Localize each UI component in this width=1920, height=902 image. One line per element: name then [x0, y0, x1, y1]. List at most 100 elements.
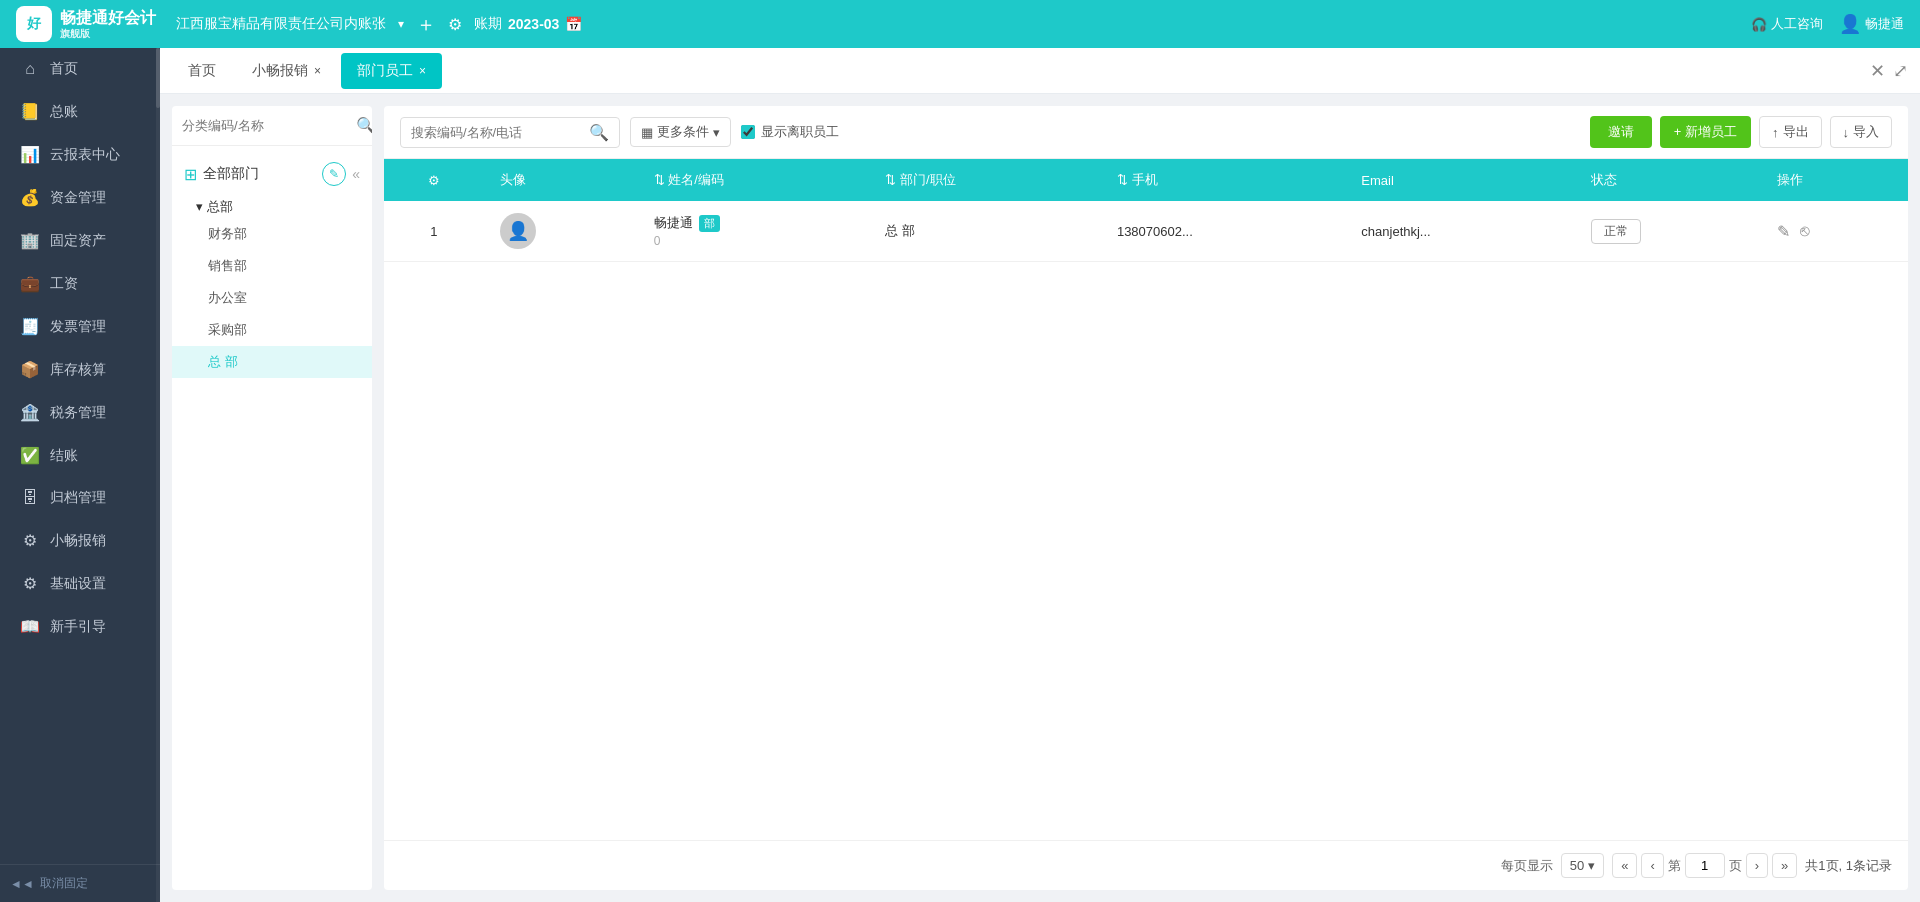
sidebar-label-ledger: 总账: [50, 103, 78, 121]
dept-item-office[interactable]: 办公室: [172, 282, 372, 314]
page-first-button[interactable]: «: [1612, 853, 1637, 878]
col-phone[interactable]: ⇅ 手机: [1101, 159, 1345, 201]
dept-panel: 🔍 ⊞ 全部部门 ✎ « ▾ 总部 财务部 销售部 办公室 采购部 总 部: [172, 106, 372, 890]
total-records: 共1页, 1条记录: [1805, 857, 1892, 875]
avatar: 👤: [500, 213, 536, 249]
user-button[interactable]: 👤 畅捷通: [1839, 13, 1904, 35]
tab-expense-close[interactable]: ×: [314, 64, 321, 78]
import-arrow-icon: ↓: [1843, 125, 1850, 140]
sidebar-item-new-guide[interactable]: 📖 新手引导: [0, 605, 160, 648]
page-content: 🔍 ⊞ 全部部门 ✎ « ▾ 总部 财务部 销售部 办公室 采购部 总 部: [160, 94, 1920, 902]
unpin-label: 取消固定: [40, 875, 88, 892]
tab-dept-employee-label: 部门员工: [357, 62, 413, 80]
row-no: 1: [384, 201, 484, 262]
logout-icon[interactable]: ⎋: [1800, 222, 1810, 240]
col-dept-position[interactable]: ⇅ 部门/职位: [869, 159, 1101, 201]
salary-icon: 💼: [20, 274, 40, 293]
company-dropdown-icon[interactable]: ▾: [398, 17, 404, 31]
dept-search-input[interactable]: [182, 118, 350, 133]
dept-all[interactable]: ⊞ 全部部门 ✎ «: [172, 154, 372, 194]
page-prev-button[interactable]: ‹: [1641, 853, 1663, 878]
sidebar: ⌂ 首页 📒 总账 📊 云报表中心 💰 资金管理 🏢 固定资产 💼 工资 🧾 发…: [0, 48, 160, 902]
employee-table-wrapper: ⚙ 头像 ⇅ 姓名/编码 ⇅ 部门/职位 ⇅ 手机: [384, 159, 1908, 840]
app-name: 畅捷通好会计: [60, 8, 156, 27]
col-name-code[interactable]: ⇅ 姓名/编码: [638, 159, 870, 201]
close-window-icon[interactable]: ✕: [1870, 60, 1885, 82]
page-last-button[interactable]: »: [1772, 853, 1797, 878]
dept-collapse-icon[interactable]: «: [352, 166, 360, 182]
expand-icon[interactable]: ⤢: [1893, 60, 1908, 82]
dept-search-bar: 🔍: [172, 106, 372, 146]
dept-grid-icon: ⊞: [184, 165, 197, 184]
sidebar-label-basic-settings: 基础设置: [50, 575, 106, 593]
calendar-icon[interactable]: 📅: [565, 16, 582, 32]
show-resigned-input[interactable]: [741, 125, 755, 139]
per-page-select[interactable]: 50 ▾: [1561, 853, 1604, 878]
show-resigned-checkbox[interactable]: 显示离职员工: [741, 123, 839, 141]
add-employee-button[interactable]: + 新增员工: [1660, 116, 1751, 148]
sidebar-item-basic-settings[interactable]: ⚙ 基础设置: [0, 562, 160, 605]
add-tab-button[interactable]: ＋: [416, 11, 436, 38]
dept-edit-button[interactable]: ✎: [322, 162, 346, 186]
dept-item-general[interactable]: 总 部: [172, 346, 372, 378]
sidebar-item-fund-mgmt[interactable]: 💰 资金管理: [0, 176, 160, 219]
more-filters-button[interactable]: ▦ 更多条件 ▾: [630, 117, 731, 147]
new-guide-icon: 📖: [20, 617, 40, 636]
main-layout: ⌂ 首页 📒 总账 📊 云报表中心 💰 资金管理 🏢 固定资产 💼 工资 🧾 发…: [0, 48, 1920, 902]
page-input[interactable]: [1685, 853, 1725, 878]
sidebar-item-home[interactable]: ⌂ 首页: [0, 48, 160, 90]
logo-text: 畅捷通好会计 旗舰版: [60, 8, 156, 39]
checkout-icon: ✅: [20, 446, 40, 465]
table-row: 1 👤 畅捷通 部: [384, 201, 1908, 262]
row-name-code: 畅捷通 部 0: [638, 201, 870, 262]
filter-icon: ▦: [641, 125, 653, 140]
dept-search-icon[interactable]: 🔍: [356, 116, 372, 135]
unpin-icon: ◄◄: [10, 877, 34, 891]
tab-dept-employee-close[interactable]: ×: [419, 64, 426, 78]
tab-bar-actions: ✕ ⤢: [1870, 60, 1908, 82]
employee-search-icon[interactable]: 🔍: [589, 123, 609, 142]
col-settings[interactable]: ⚙: [384, 159, 484, 201]
dept-item-finance[interactable]: 财务部: [172, 218, 372, 250]
employee-search-bar: 🔍: [400, 117, 620, 148]
invite-button[interactable]: 邀请: [1590, 116, 1652, 148]
fixed-assets-icon: 🏢: [20, 231, 40, 250]
pagination: « ‹ 第 页 › »: [1612, 853, 1797, 878]
ledger-icon: 📒: [20, 102, 40, 121]
row-phone: 138070602...: [1101, 201, 1345, 262]
sidebar-item-fixed-assets[interactable]: 🏢 固定资产: [0, 219, 160, 262]
dept-item-sales[interactable]: 销售部: [172, 250, 372, 282]
dept-tree: ⊞ 全部部门 ✎ « ▾ 总部 财务部 销售部 办公室 采购部 总 部: [172, 146, 372, 890]
row-avatar: 👤: [484, 201, 638, 262]
sidebar-item-salary[interactable]: 💼 工资: [0, 262, 160, 305]
sort-icon-phone: ⇅: [1117, 172, 1132, 187]
sidebar-item-inventory[interactable]: 📦 库存核算: [0, 348, 160, 391]
table-footer: 每页显示 50 ▾ « ‹ 第 页 › » 共1页, 1条记录: [384, 840, 1908, 890]
sidebar-item-ledger[interactable]: 📒 总账: [0, 90, 160, 133]
app-logo: 好 畅捷通好会计 旗舰版: [16, 6, 156, 42]
unpin-button[interactable]: ◄◄ 取消固定: [0, 864, 160, 902]
sidebar-item-invoice[interactable]: 🧾 发票管理: [0, 305, 160, 348]
sidebar-item-archive[interactable]: 🗄 归档管理: [0, 477, 160, 519]
sidebar-item-expense-report[interactable]: ⚙ 小畅报销: [0, 519, 160, 562]
sidebar-item-checkout[interactable]: ✅ 结账: [0, 434, 160, 477]
sidebar-item-report-center[interactable]: 📊 云报表中心: [0, 133, 160, 176]
settings-icon[interactable]: ⚙: [448, 15, 462, 34]
export-arrow-icon: ↑: [1772, 125, 1779, 140]
import-button[interactable]: ↓ 导入: [1830, 116, 1893, 148]
tab-expense[interactable]: 小畅报销 ×: [236, 53, 337, 89]
employee-toolbar: 🔍 ▦ 更多条件 ▾ 显示离职员工 邀请 + 新增员工: [384, 106, 1908, 159]
sidebar-label-home: 首页: [50, 60, 78, 78]
dept-item-purchase[interactable]: 采购部: [172, 314, 372, 346]
sidebar-item-tax[interactable]: 🏦 税务管理: [0, 391, 160, 434]
tab-home[interactable]: 首页: [172, 53, 232, 89]
export-label: 导出: [1783, 123, 1809, 141]
sidebar-label-new-guide: 新手引导: [50, 618, 106, 636]
tab-dept-employee[interactable]: 部门员工 ×: [341, 53, 442, 89]
export-button[interactable]: ↑ 导出: [1759, 116, 1822, 148]
edit-icon[interactable]: ✎: [1777, 222, 1790, 241]
page-next-button[interactable]: ›: [1746, 853, 1768, 878]
sidebar-label-expense-report: 小畅报销: [50, 532, 106, 550]
consult-button[interactable]: 🎧 人工咨询: [1751, 15, 1823, 33]
employee-search-input[interactable]: [411, 125, 583, 140]
